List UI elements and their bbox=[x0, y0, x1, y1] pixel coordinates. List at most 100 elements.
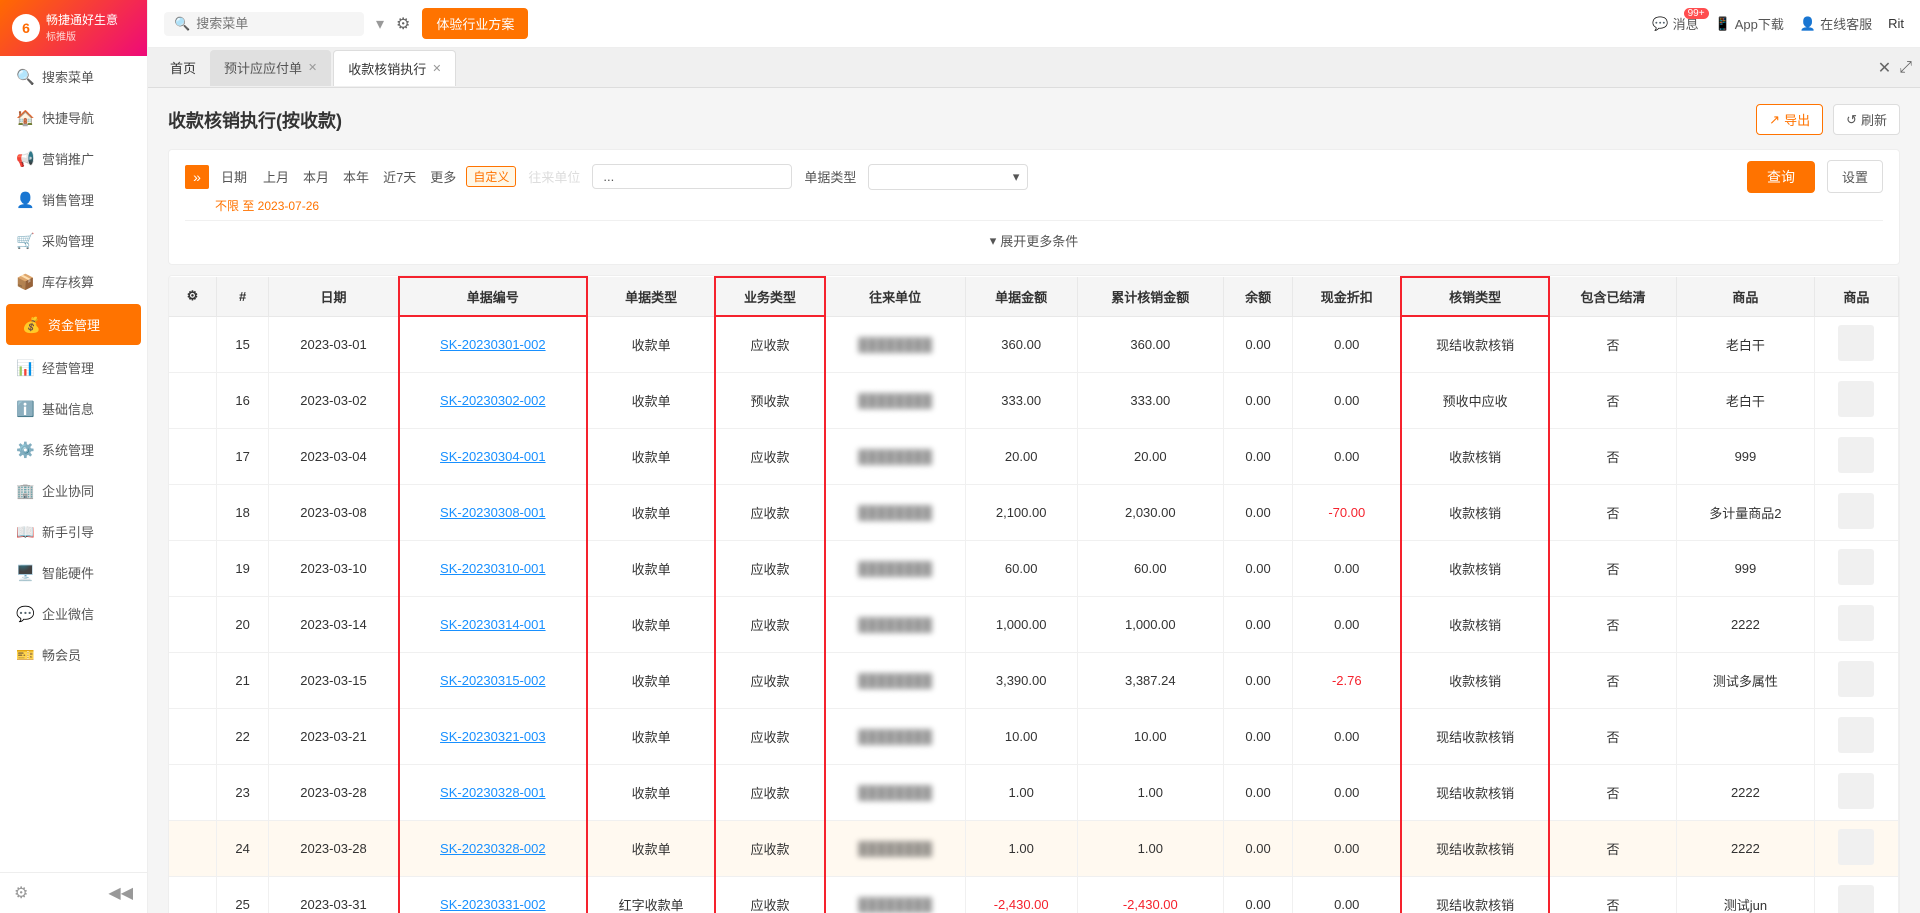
td-bill-no[interactable]: SK-20230328-001 bbox=[399, 764, 587, 820]
refresh-button[interactable]: ↺ 刷新 bbox=[1833, 104, 1900, 135]
td-bill-no[interactable]: SK-20230315-002 bbox=[399, 652, 587, 708]
td-checkbox bbox=[169, 540, 216, 596]
filter-date-more[interactable]: 更多 bbox=[426, 165, 460, 188]
table-row[interactable]: 242023-03-28SK-20230328-002收款单应收款███████… bbox=[169, 820, 1899, 876]
td-checkbox bbox=[169, 652, 216, 708]
td-verify-amount: 1.00 bbox=[1077, 764, 1223, 820]
data-table: ⚙ # 日期 单据编号 单据类型 业务类型 往来单位 单据金额 累计核销金额 余… bbox=[169, 276, 1899, 913]
goods-image bbox=[1838, 773, 1874, 809]
td-bill-no[interactable]: SK-20230308-001 bbox=[399, 484, 587, 540]
chevron-down-icon[interactable]: ▾ bbox=[376, 14, 384, 34]
td-bill-no[interactable]: SK-20230304-001 bbox=[399, 428, 587, 484]
th-settings[interactable]: ⚙ bbox=[169, 277, 216, 316]
industry-solution-button[interactable]: 体验行业方案 bbox=[422, 8, 528, 39]
td-bill-no[interactable]: SK-20230314-001 bbox=[399, 596, 587, 652]
td-seq: 18 bbox=[216, 484, 268, 540]
sidebar-item-enterprise[interactable]: 🏢 企业协同 bbox=[0, 470, 147, 511]
search-input[interactable] bbox=[196, 16, 336, 31]
table-row[interactable]: 252023-03-31SK-20230331-002红字收款单应收款█████… bbox=[169, 876, 1899, 913]
filter-counterpart-input[interactable]: ... bbox=[592, 164, 792, 189]
filter-expand-button[interactable]: » bbox=[185, 165, 209, 189]
tab-home[interactable]: 首页 bbox=[156, 50, 210, 86]
sidebar-item-basic[interactable]: ℹ️ 基础信息 bbox=[0, 388, 147, 429]
td-verify-amount: 1,000.00 bbox=[1077, 596, 1223, 652]
td-checkbox bbox=[169, 484, 216, 540]
td-bill-no[interactable]: SK-20230301-002 bbox=[399, 316, 587, 372]
th-biz-type: 业务类型 bbox=[715, 277, 824, 316]
home-icon: 🏠 bbox=[16, 109, 34, 127]
td-verify-amount: 60.00 bbox=[1077, 540, 1223, 596]
query-button[interactable]: 查询 bbox=[1747, 161, 1815, 193]
td-goods: 老白干 bbox=[1677, 372, 1815, 428]
sidebar-item-sales[interactable]: 👤 销售管理 bbox=[0, 179, 147, 220]
logo-text: 畅捷通好生意 bbox=[46, 13, 118, 29]
td-balance: 0.00 bbox=[1223, 596, 1292, 652]
filter-date-custom[interactable]: 自定义 bbox=[466, 166, 516, 187]
app-download-button[interactable]: 📱 App下载 bbox=[1715, 14, 1784, 33]
sidebar-item-inventory[interactable]: 📦 库存核算 bbox=[0, 261, 147, 302]
td-bill-no[interactable]: SK-20230331-002 bbox=[399, 876, 587, 913]
filter-bill-type-select[interactable]: ▾ bbox=[868, 164, 1028, 190]
td-bill-no[interactable]: SK-20230310-001 bbox=[399, 540, 587, 596]
close-tab-button[interactable]: ✕ bbox=[1878, 58, 1891, 78]
sidebar-item-purchase[interactable]: 🛒 采购管理 bbox=[0, 220, 147, 261]
filter-date-last-month[interactable]: 上月 bbox=[259, 165, 293, 188]
sidebar-item-shortcut[interactable]: 🏠 快捷导航 bbox=[0, 97, 147, 138]
table-row[interactable]: 202023-03-14SK-20230314-001收款单应收款███████… bbox=[169, 596, 1899, 652]
td-include-settled: 否 bbox=[1549, 764, 1677, 820]
filter-date-7days[interactable]: 近7天 bbox=[379, 165, 420, 188]
td-bill-no[interactable]: SK-20230328-002 bbox=[399, 820, 587, 876]
online-service-button[interactable]: 👤 在线客服 bbox=[1800, 14, 1872, 33]
table-row[interactable]: 182023-03-08SK-20230308-001收款单应收款███████… bbox=[169, 484, 1899, 540]
table-row[interactable]: 192023-03-10SK-20230310-001收款单应收款███████… bbox=[169, 540, 1899, 596]
tab-prepay-close[interactable]: ✕ bbox=[308, 61, 317, 74]
td-biz-type: 应收款 bbox=[715, 876, 824, 913]
td-bill-no[interactable]: SK-20230321-003 bbox=[399, 708, 587, 764]
sidebar-item-capital[interactable]: 💰 资金管理 bbox=[6, 304, 141, 345]
td-date: 2023-03-04 bbox=[269, 428, 399, 484]
filter-date-this-year[interactable]: 本年 bbox=[339, 165, 373, 188]
collapse-icon[interactable]: ◀◀ bbox=[108, 883, 133, 903]
td-balance: 0.00 bbox=[1223, 708, 1292, 764]
purchase-icon: 🛒 bbox=[16, 232, 34, 250]
table-row[interactable]: 222023-03-21SK-20230321-003收款单应收款███████… bbox=[169, 708, 1899, 764]
sidebar-item-guide[interactable]: 📖 新手引导 bbox=[0, 511, 147, 552]
search-area[interactable]: 🔍 bbox=[164, 12, 364, 36]
table-row[interactable]: 172023-03-04SK-20230304-001收款单应收款███████… bbox=[169, 428, 1899, 484]
filter-settings-button[interactable]: 设置 bbox=[1827, 160, 1883, 193]
td-goods-img bbox=[1814, 484, 1898, 540]
page-actions: ↗ 导出 ↺ 刷新 bbox=[1756, 104, 1900, 135]
table-row[interactable]: 152023-03-01SK-20230301-002收款单应收款███████… bbox=[169, 316, 1899, 372]
tabbar: 首页 预计应应付单 ✕ 收款核销执行 ✕ ✕ ⤢ bbox=[148, 48, 1920, 88]
sidebar-item-marketing[interactable]: 📢 营销推广 bbox=[0, 138, 147, 179]
td-seq: 19 bbox=[216, 540, 268, 596]
td-include-settled: 否 bbox=[1549, 596, 1677, 652]
td-date: 2023-03-15 bbox=[269, 652, 399, 708]
sidebar-item-label-business: 经营管理 bbox=[42, 358, 94, 377]
settings-icon[interactable]: ⚙ bbox=[14, 883, 28, 903]
th-balance: 余额 bbox=[1223, 277, 1292, 316]
sidebar-item-business[interactable]: 📊 经营管理 bbox=[0, 347, 147, 388]
td-cash-discount: -2.76 bbox=[1293, 652, 1402, 708]
sidebar-item-wechat[interactable]: 💬 企业微信 bbox=[0, 593, 147, 634]
tab-verify[interactable]: 收款核销执行 ✕ bbox=[333, 50, 456, 86]
filter-expand-more-button[interactable]: ▾ 展开更多条件 bbox=[185, 227, 1883, 254]
tab-prepay[interactable]: 预计应应付单 ✕ bbox=[210, 50, 331, 86]
table-row[interactable]: 212023-03-15SK-20230315-002收款单应收款███████… bbox=[169, 652, 1899, 708]
sidebar-item-search[interactable]: 🔍 搜索菜单 bbox=[0, 56, 147, 97]
td-bill-type: 收款单 bbox=[587, 652, 715, 708]
filter-date-this-month[interactable]: 本月 bbox=[299, 165, 333, 188]
message-button[interactable]: 💬 消息 99+ bbox=[1652, 14, 1698, 33]
sidebar-item-hardware[interactable]: 🖥️ 智能硬件 bbox=[0, 552, 147, 593]
td-verify-type: 收款核销 bbox=[1401, 540, 1549, 596]
table-row[interactable]: 162023-03-02SK-20230302-002收款单预收款███████… bbox=[169, 372, 1899, 428]
table-row[interactable]: 232023-03-28SK-20230328-001收款单应收款███████… bbox=[169, 764, 1899, 820]
expand-tab-button[interactable]: ⤢ bbox=[1899, 59, 1912, 77]
tab-verify-close[interactable]: ✕ bbox=[432, 62, 441, 75]
marketing-icon: 📢 bbox=[16, 150, 34, 168]
gear-icon[interactable]: ⚙ bbox=[396, 14, 410, 34]
td-bill-no[interactable]: SK-20230302-002 bbox=[399, 372, 587, 428]
sidebar-item-system[interactable]: ⚙️ 系统管理 bbox=[0, 429, 147, 470]
sidebar-item-member[interactable]: 🎫 畅会员 bbox=[0, 634, 147, 675]
export-button[interactable]: ↗ 导出 bbox=[1756, 104, 1823, 135]
